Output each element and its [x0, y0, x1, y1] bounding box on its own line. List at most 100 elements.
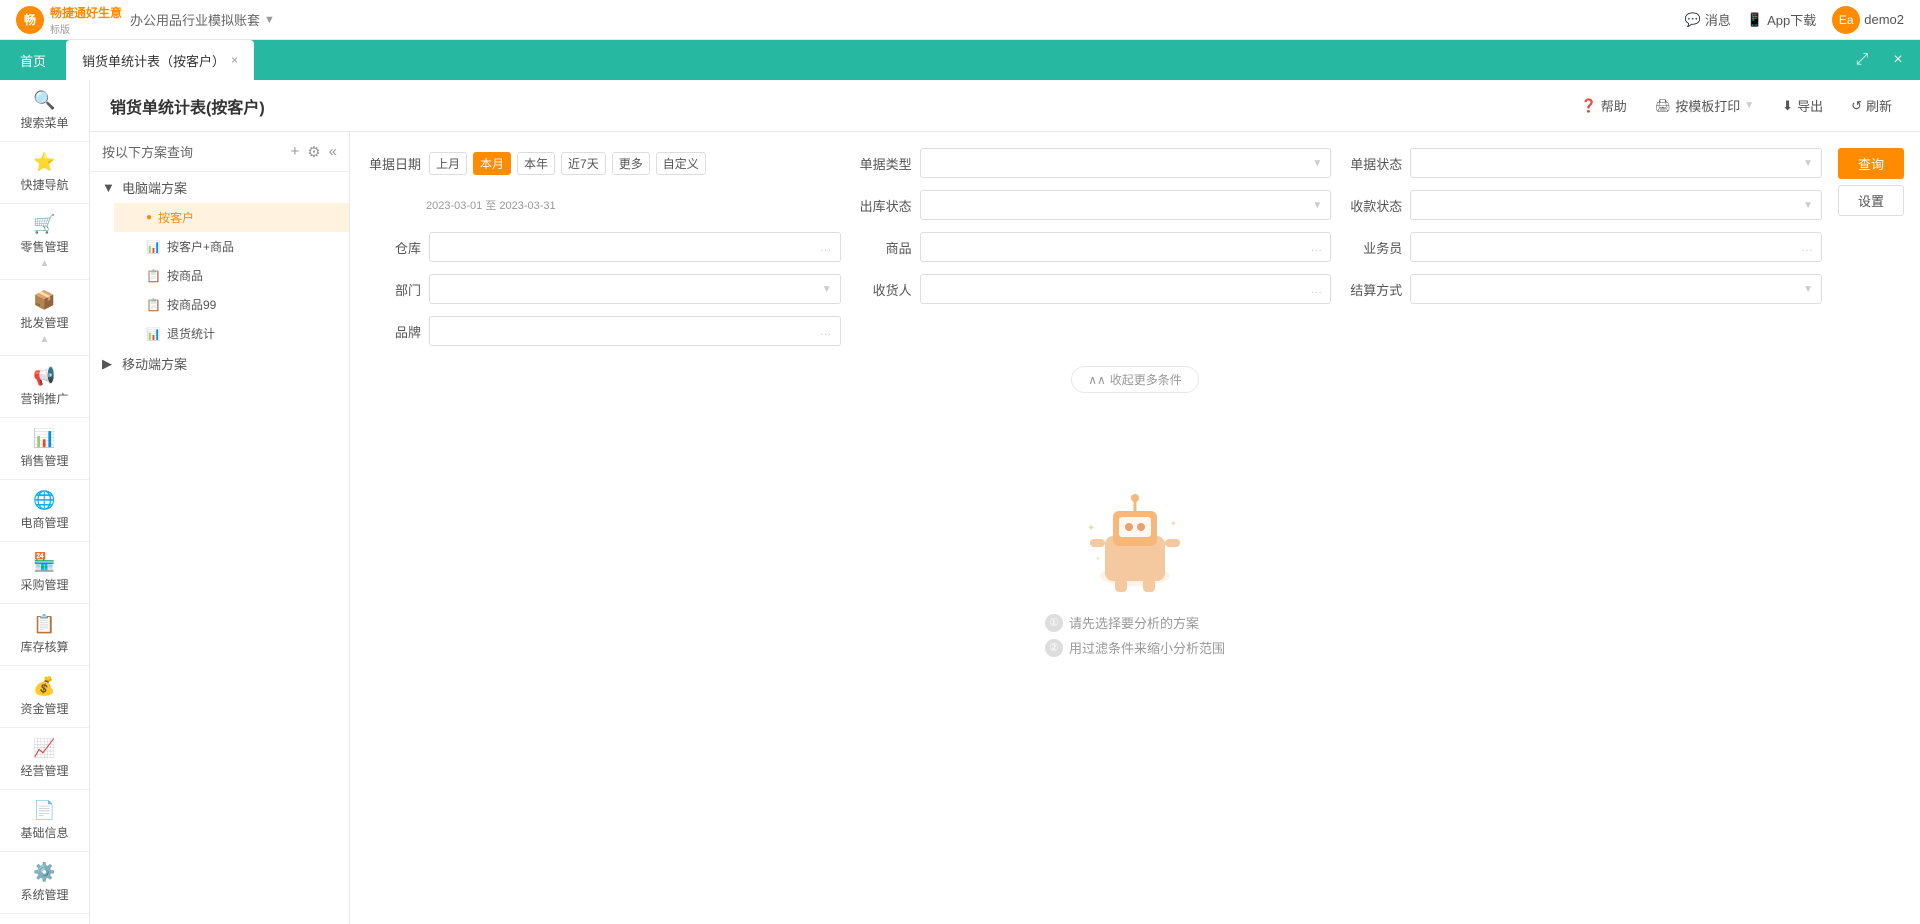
- goods-input[interactable]: …: [920, 232, 1332, 262]
- sidebar-item-finance[interactable]: 💰 资金管理: [0, 666, 89, 728]
- sidebar-item-retail[interactable]: 🛒 零售管理 ▲: [0, 204, 89, 280]
- stock-icon: 📋: [33, 614, 55, 635]
- sidebar-item-enterprise-collab[interactable]: 🤝 企业协同: [0, 914, 89, 924]
- tree-node-by-customer-goods[interactable]: 📊 按客户+商品: [114, 232, 349, 261]
- help-icon: ❓: [1581, 98, 1597, 114]
- sidebar-item-marketing[interactable]: 📢 营销推广: [0, 356, 89, 418]
- filter-date-container: 单据日期 上月 本月 本年 近7天 更多 自定义: [366, 148, 1822, 346]
- sidebar-item-purchase[interactable]: 🏪 采购管理: [0, 542, 89, 604]
- collapse-row: ∧∧ 收起更多条件: [366, 358, 1904, 401]
- sidebar-item-system[interactable]: ⚙️ 系统管理: [0, 852, 89, 914]
- date-range-text: 2023-03-01 至 2023-03-31: [426, 197, 556, 213]
- filter-doc-status-row: 单据状态 ▼: [1347, 148, 1822, 178]
- sidebar-item-ecommerce[interactable]: 🌐 电商管理: [0, 480, 89, 542]
- settlement-label: 结算方式: [1347, 280, 1402, 299]
- system-icon: ⚙️: [33, 862, 55, 883]
- settlement-arrow-icon: ▼: [1803, 284, 1813, 295]
- more-btn[interactable]: 更多: [612, 152, 650, 175]
- settings-scheme-btn[interactable]: ⚙: [307, 143, 320, 161]
- receipt-label: 收款状态: [1347, 196, 1402, 215]
- consignee-input[interactable]: …: [920, 274, 1332, 304]
- outbound-label: 出库状态: [857, 196, 912, 215]
- collapse-panel-btn[interactable]: «: [329, 143, 337, 161]
- print-icon: 🖨: [1655, 98, 1672, 114]
- sidebar-item-sales[interactable]: 📊 销售管理: [0, 418, 89, 480]
- custom-btn[interactable]: 自定义: [656, 152, 706, 175]
- tab-home[interactable]: 首页: [0, 40, 66, 80]
- collapse-btn[interactable]: ∧∧ 收起更多条件: [1071, 366, 1199, 393]
- tree-node-by-goods[interactable]: 📋 按商品: [114, 261, 349, 290]
- retail-arrow-icon: ▲: [40, 258, 50, 269]
- sidebar-item-operation[interactable]: 📈 经营管理: [0, 728, 89, 790]
- message-icon: 💬: [1685, 12, 1701, 28]
- department-select[interactable]: ▼: [429, 274, 841, 304]
- date-filter-row: 上月 本月 本年 近7天 更多 自定义: [429, 152, 841, 175]
- sidebar-item-basic[interactable]: 📄 基础信息: [0, 790, 89, 852]
- filter-date-row: 单据日期 上月 本月 本年 近7天 更多 自定义: [366, 148, 841, 178]
- tab-close-icon[interactable]: ×: [231, 53, 238, 67]
- refresh-btn[interactable]: ↺ 刷新: [1843, 92, 1900, 119]
- tab-sales-stats[interactable]: 销货单统计表（按客户） ×: [66, 40, 254, 80]
- this-year-btn[interactable]: 本年: [517, 152, 555, 175]
- goods-label: 商品: [857, 238, 912, 257]
- last7days-btn[interactable]: 近7天: [561, 152, 606, 175]
- tree-node-return-stats[interactable]: 📊 退货统计: [114, 319, 349, 348]
- download-icon: 📱: [1747, 12, 1763, 28]
- sidebar-item-quick-nav[interactable]: ⭐ 快捷导航: [0, 142, 89, 204]
- doc-status-select[interactable]: ▼: [1410, 148, 1822, 178]
- app-download-btn[interactable]: 📱 App下载: [1747, 10, 1816, 29]
- tree-node-by-customer[interactable]: ● 按客户: [114, 203, 349, 232]
- export-btn[interactable]: ⬇ 导出: [1774, 92, 1831, 119]
- export-icon: ⬇: [1782, 98, 1793, 114]
- brand-input[interactable]: …: [429, 316, 841, 346]
- add-scheme-btn[interactable]: +: [290, 143, 299, 161]
- this-month-btn[interactable]: 本月: [473, 152, 511, 175]
- filter-warehouse-row: 仓库 …: [366, 232, 841, 262]
- doc-type-select[interactable]: ▼: [920, 148, 1332, 178]
- brand-label: 品牌: [366, 322, 421, 341]
- warehouse-input[interactable]: …: [429, 232, 841, 262]
- filter-goods-row: 商品 …: [857, 232, 1332, 262]
- avatar: Ea: [1832, 6, 1860, 34]
- sidebar-item-wholesale[interactable]: 📦 批发管理 ▲: [0, 280, 89, 356]
- outbound-select[interactable]: ▼: [920, 190, 1332, 220]
- logo-area: 畅 畅捷通好生意 标版: [16, 4, 122, 36]
- user-area[interactable]: Ea demo2: [1832, 6, 1904, 34]
- breadcrumb[interactable]: 办公用品行业模拟账套 ▼: [130, 10, 275, 29]
- desktop-node-label: 电脑端方案: [122, 178, 187, 197]
- sidebar-item-search-menu[interactable]: 🔍 搜索菜单: [0, 80, 89, 142]
- bar-icon: 📊: [146, 327, 161, 341]
- empty-tip-1: ① 请先选择要分析的方案: [1045, 613, 1225, 632]
- empty-illustration: ✦ ✦ ✦: [1075, 481, 1195, 601]
- tree-mobile-node[interactable]: ▶ 移动端方案: [90, 348, 349, 379]
- left-panel-title: 按以下方案查询: [102, 142, 193, 161]
- filter-brand-row: 品牌 …: [366, 316, 841, 346]
- filter-consignee-row: 收货人 …: [857, 274, 1332, 304]
- salesperson-input[interactable]: …: [1410, 232, 1822, 262]
- filter-actions: 查询 设置: [1838, 148, 1904, 346]
- left-panel-actions: + ⚙ «: [290, 143, 337, 161]
- setting-btn[interactable]: 设置: [1838, 185, 1904, 216]
- print-btn[interactable]: 🖨 按模板打印 ▼: [1647, 92, 1762, 119]
- tree-node-by-goods-99[interactable]: 📋 按商品99: [114, 290, 349, 319]
- page-title: 销货单统计表(按客户): [110, 94, 265, 118]
- page-header: 销货单统计表(按客户) ❓ 帮助 🖨 按模板打印 ▼ ⬇ 导出 ↺ 刷新: [90, 80, 1920, 132]
- sidebar-item-stock[interactable]: 📋 库存核算: [0, 604, 89, 666]
- doc-status-arrow-icon: ▼: [1803, 158, 1813, 169]
- purchase-icon: 🏪: [33, 552, 55, 573]
- last-month-btn[interactable]: 上月: [429, 152, 467, 175]
- receipt-select[interactable]: ▼: [1410, 190, 1822, 220]
- tab-maximize-btn[interactable]: ⤢: [1848, 46, 1876, 74]
- tree-desktop-node[interactable]: ▼ 电脑端方案: [90, 172, 349, 203]
- query-btn[interactable]: 查询: [1838, 148, 1904, 179]
- wholesale-arrow-icon: ▲: [40, 334, 50, 345]
- app-name: 畅捷通好生意 标版: [50, 4, 122, 36]
- consignee-ellipsis: …: [1310, 282, 1322, 296]
- settlement-select[interactable]: ▼: [1410, 274, 1822, 304]
- sidebar: 🔍 搜索菜单 ⭐ 快捷导航 🛒 零售管理 ▲ 📦 批发管理 ▲ 📢 营销推广 📊…: [0, 80, 90, 924]
- tab-bar: 首页 销货单统计表（按客户） × ⤢ ×: [0, 40, 1920, 80]
- help-btn[interactable]: ❓ 帮助: [1573, 92, 1635, 119]
- message-btn[interactable]: 💬 消息: [1685, 10, 1731, 29]
- tab-close-btn[interactable]: ×: [1884, 46, 1912, 74]
- date-label: 单据日期: [366, 154, 421, 173]
